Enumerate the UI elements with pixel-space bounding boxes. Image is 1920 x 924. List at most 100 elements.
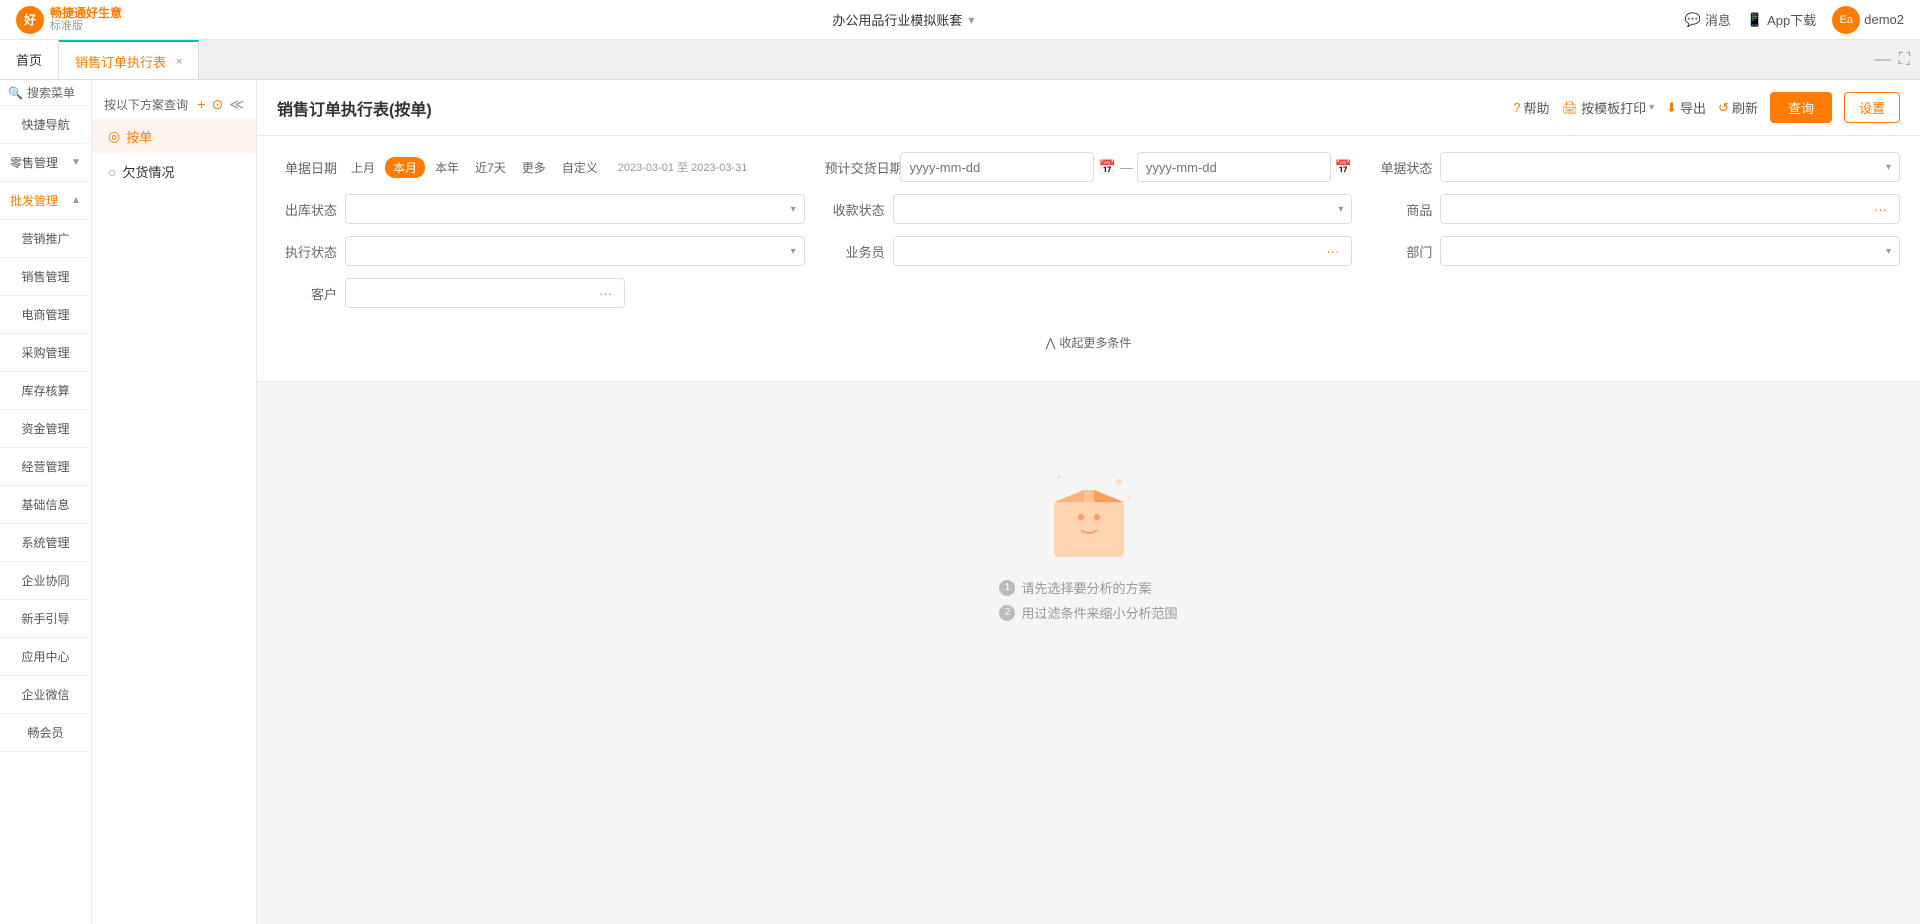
page-actions: ? 帮助 🖨 按模板打印 ▾ ⬇ 导出 ↺ 刷新 查询 设置: [1513, 92, 1900, 123]
receipt-label: 收款状态: [825, 200, 885, 219]
retail-arrow-icon: ▼: [71, 157, 81, 168]
dept-select[interactable]: ▾: [1440, 236, 1900, 266]
message-btn[interactable]: 💬 消息: [1685, 10, 1731, 29]
date-field-label: 单据日期: [277, 158, 337, 177]
outbound-label: 出库状态: [277, 200, 337, 219]
wholesale-arrow-icon: ▲: [71, 195, 81, 206]
predicted-date-to[interactable]: [1137, 152, 1331, 182]
sidebar-item-basic[interactable]: 基础信息: [0, 486, 91, 523]
sidebar-item-wholesale[interactable]: 批发管理 ▲: [0, 182, 91, 219]
date-range-predicted: 📅 — 📅: [900, 152, 1352, 182]
sidebar-system-section: 系统管理: [0, 524, 91, 562]
date-tab-thisyear[interactable]: 本年: [429, 157, 465, 178]
help-btn[interactable]: ? 帮助: [1513, 98, 1549, 117]
sidebar-item-sales[interactable]: 销售管理: [0, 258, 91, 295]
date-tabs: 上月 本月 本年 近7天 更多 自定义: [345, 157, 604, 178]
collapse-btn[interactable]: ⋀ 收起更多条件: [1038, 326, 1140, 359]
sidebar-item-marketing[interactable]: 营销推广: [0, 220, 91, 257]
sidebar-item-ecommerce[interactable]: 电商管理: [0, 296, 91, 333]
topbar: 好 畅捷通好生意 标准版 办公用品行业模拟账套 ▾ 💬 消息 📱 App下载 E…: [0, 0, 1920, 40]
exec-status-label: 执行状态: [277, 242, 337, 261]
empty-state: 1 请先选择要分析的方案 2 用过滤条件来缩小分析范围: [257, 382, 1920, 708]
exec-status-select[interactable]: ▾: [345, 236, 805, 266]
left-panel-actions: + ⊙ ≪: [197, 96, 244, 113]
sidebar-sales-section: 销售管理: [0, 258, 91, 296]
help-icon: ?: [1513, 100, 1520, 115]
customer-ellipsis-btn[interactable]: ···: [595, 286, 616, 301]
logo-icon: 好: [16, 6, 44, 34]
date-tab-more[interactable]: 更多: [516, 157, 552, 178]
sidebar-item-system[interactable]: 系统管理: [0, 524, 91, 561]
tab-close-icon[interactable]: ×: [176, 56, 182, 68]
filter-group-exec-status: 执行状态 ▾: [277, 236, 805, 266]
tab-expand-icon[interactable]: ⛶: [1899, 51, 1910, 69]
message-icon: 💬: [1685, 12, 1701, 28]
sidebar-search-btn[interactable]: 🔍 搜索菜单: [0, 80, 91, 105]
date-to-icon[interactable]: 📅: [1335, 159, 1352, 176]
date-from-icon[interactable]: 📅: [1098, 159, 1115, 176]
status-select[interactable]: ▾: [1440, 152, 1900, 182]
tab-minimize-icon[interactable]: —: [1875, 51, 1891, 69]
export-btn[interactable]: ⬇ 导出: [1666, 98, 1706, 117]
sidebar-item-inventory[interactable]: 库存核算: [0, 372, 91, 409]
refresh-btn[interactable]: ↺ 刷新: [1718, 98, 1758, 117]
sidebar-newbie-section: 新手引导: [0, 600, 91, 638]
filter-group-customer: 客户 ···: [277, 278, 1900, 308]
sidebar-item-wechat[interactable]: 企业微信: [0, 676, 91, 713]
content-area: 销售订单执行表(按单) ? 帮助 🖨 按模板打印 ▾ ⬇ 导出 ↺ 刷新: [257, 80, 1920, 924]
tab-home[interactable]: 首页: [0, 40, 59, 79]
sidebar-basic-section: 基础信息: [0, 486, 91, 524]
export-icon: ⬇: [1666, 100, 1677, 116]
filter-area: 单据日期 上月 本月 本年 近7天 更多 自定义 2023-03-01 至 20…: [257, 136, 1920, 382]
product-ellipsis-btn[interactable]: ···: [1870, 202, 1891, 217]
sidebar-appstore-section: 应用中心: [0, 638, 91, 676]
left-panel-item-anpan[interactable]: ◎ 按单: [92, 119, 256, 154]
anpan-icon: ◎: [108, 128, 120, 145]
sidebar-operation-section: 经营管理: [0, 448, 91, 486]
sidebar-inventory-section: 库存核算: [0, 372, 91, 410]
download-btn[interactable]: 📱 App下载: [1747, 10, 1816, 29]
left-panel-item-qianku[interactable]: ○ 欠货情况: [92, 154, 256, 189]
outbound-select[interactable]: ▾: [345, 194, 805, 224]
copy-scheme-btn[interactable]: ⊙: [212, 96, 224, 113]
sidebar-item-appstore[interactable]: 应用中心: [0, 638, 91, 675]
sidebar-item-corp[interactable]: 企业协同: [0, 562, 91, 599]
left-panel-title: 按以下方案查询: [104, 96, 188, 113]
sidebar-item-newbie[interactable]: 新手引导: [0, 600, 91, 637]
download-icon: 📱: [1747, 12, 1763, 28]
sidebar-item-purchase[interactable]: 采购管理: [0, 334, 91, 371]
filter-group-status: 单据状态 ▾: [1372, 152, 1900, 182]
user-area[interactable]: Ea demo2: [1832, 6, 1904, 34]
sidebar-item-operation[interactable]: 经营管理: [0, 448, 91, 485]
company-dropdown-icon[interactable]: ▾: [968, 13, 974, 27]
add-scheme-btn[interactable]: +: [197, 96, 205, 113]
date-tab-thismonth[interactable]: 本月: [385, 157, 425, 178]
sidebar-purchase-section: 采购管理: [0, 334, 91, 372]
date-tab-lastmonth[interactable]: 上月: [345, 157, 381, 178]
sidebar-item-finance[interactable]: 资金管理: [0, 410, 91, 447]
left-panel: 按以下方案查询 + ⊙ ≪ ◎ 按单 ○ 欠货情况: [92, 80, 257, 924]
filter-group-dept: 部门 ▾: [1372, 236, 1900, 266]
settings-btn[interactable]: 设置: [1844, 92, 1900, 123]
receipt-select[interactable]: ▾: [893, 194, 1353, 224]
print-btn[interactable]: 🖨 按模板打印 ▾: [1562, 98, 1655, 117]
tab-sales-order[interactable]: 销售订单执行表 ×: [59, 40, 199, 79]
salesperson-ellipsis-btn[interactable]: ···: [1322, 244, 1343, 259]
date-tab-7days[interactable]: 近7天: [469, 157, 512, 178]
date-tab-custom[interactable]: 自定义: [556, 157, 604, 178]
sidebar: 🔍 搜索菜单 快捷导航 零售管理 ▼ 批发管理 ▲ 营销推广: [0, 80, 92, 924]
predicted-date-from[interactable]: [900, 152, 1094, 182]
sidebar-item-retail[interactable]: 零售管理 ▼: [0, 144, 91, 181]
sidebar-item-member[interactable]: 畅会员: [0, 714, 91, 751]
username-label: demo2: [1864, 12, 1904, 27]
query-btn[interactable]: 查询: [1770, 92, 1832, 123]
empty-hint-item-1: 1 请先选择要分析的方案: [999, 578, 1177, 597]
sidebar-item-quicknav[interactable]: 快捷导航: [0, 106, 91, 143]
print-dropdown-icon: ▾: [1649, 102, 1654, 113]
predicted-date-label: 预计交货日期: [825, 158, 893, 177]
page-header: 销售订单执行表(按单) ? 帮助 🖨 按模板打印 ▾ ⬇ 导出 ↺ 刷新: [257, 80, 1920, 136]
hint1-num: 1: [999, 580, 1015, 596]
filter-group-outbound: 出库状态 ▾: [277, 194, 805, 224]
collapse-panel-btn[interactable]: ≪: [229, 96, 244, 113]
sidebar-quicknav-section: 快捷导航: [0, 106, 91, 144]
